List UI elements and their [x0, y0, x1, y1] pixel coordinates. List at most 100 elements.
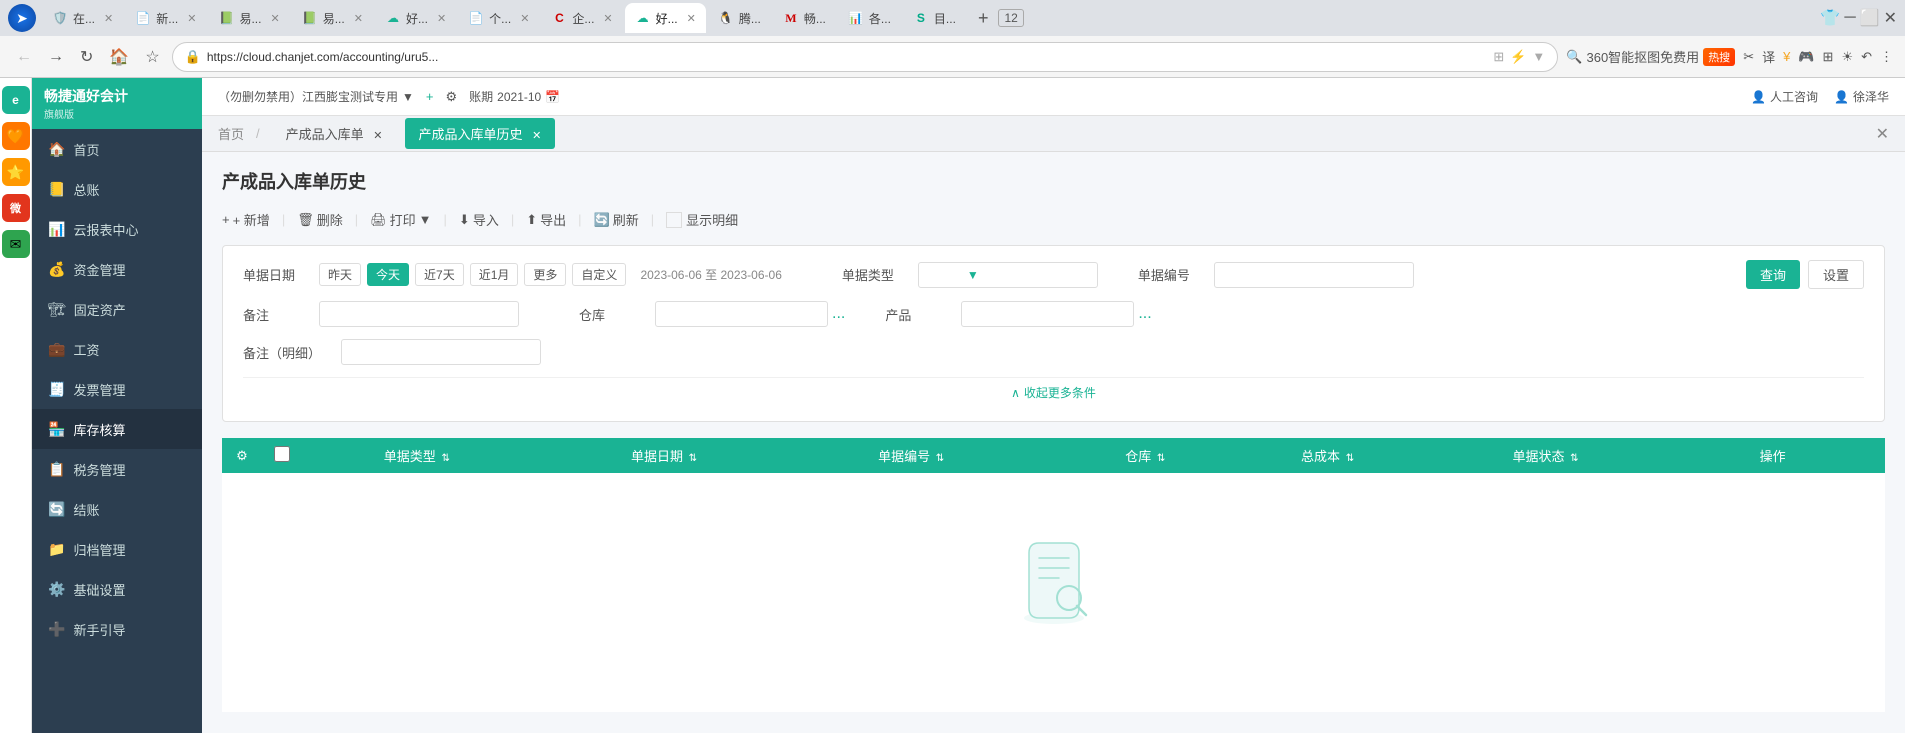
- sidebar-item-guide[interactable]: ➕ 新手引导: [32, 609, 202, 649]
- detail-remark-input[interactable]: [341, 339, 541, 365]
- tab-3[interactable]: 📗 易... ✕: [208, 3, 289, 33]
- tab-7[interactable]: C 企... ✕: [541, 3, 622, 33]
- sidebar-item-payroll[interactable]: 💼 工资: [32, 329, 202, 369]
- tab-3-close[interactable]: ✕: [270, 12, 279, 25]
- table-col-doc-date[interactable]: 单据日期 ⇅: [619, 438, 866, 473]
- page-tab-doc-list-close[interactable]: ✕: [373, 130, 382, 142]
- export-button[interactable]: ⬆ 导出: [526, 210, 566, 229]
- app-icon-weibo[interactable]: 微: [2, 194, 30, 222]
- query-button[interactable]: 查询: [1746, 260, 1800, 289]
- new-tab-button[interactable]: +: [972, 8, 995, 29]
- refresh-button[interactable]: 🔄 刷新: [594, 210, 639, 229]
- undo-icon[interactable]: ↶: [1861, 49, 1872, 65]
- sidebar-item-archive[interactable]: 📁 归档管理: [32, 529, 202, 569]
- maximize-button[interactable]: ⬜: [1860, 8, 1880, 28]
- tab-6[interactable]: 📄 个... ✕: [458, 3, 539, 33]
- back-button[interactable]: ←: [12, 46, 36, 68]
- topbar-settings-icon[interactable]: ⚙: [446, 89, 458, 105]
- table-col-total-cost[interactable]: 总成本 ⇅: [1289, 438, 1500, 473]
- app-icon-360[interactable]: e: [2, 86, 30, 114]
- print-button[interactable]: 🖨 打印 ▼: [370, 210, 431, 229]
- tab-4-close[interactable]: ✕: [354, 12, 363, 25]
- print-dropdown-icon[interactable]: ▼: [419, 212, 432, 227]
- sidebar-item-settings[interactable]: ⚙️ 基础设置: [32, 569, 202, 609]
- user-profile-button[interactable]: 👤 徐泽华: [1834, 88, 1889, 105]
- setting-button[interactable]: 设置: [1808, 260, 1864, 289]
- select-all-checkbox[interactable]: [274, 446, 290, 462]
- tab-12[interactable]: S 目...: [903, 3, 966, 33]
- minimize-button[interactable]: ─: [1844, 9, 1855, 27]
- gamepad-icon[interactable]: 🎮: [1798, 49, 1814, 65]
- product-input[interactable]: [961, 301, 1134, 327]
- delete-button[interactable]: 🗑 删除: [297, 210, 343, 229]
- tab-8-close[interactable]: ✕: [687, 12, 696, 25]
- tab-1[interactable]: 🛡️ 在... ✕: [42, 3, 123, 33]
- table-gear-icon[interactable]: ⚙: [236, 448, 248, 463]
- close-browser-button[interactable]: ✕: [1884, 8, 1897, 28]
- table-col-gear[interactable]: ⚙: [222, 438, 262, 473]
- sidebar-item-checkout[interactable]: 🔄 结账: [32, 489, 202, 529]
- forward-button[interactable]: →: [44, 46, 68, 68]
- tab-2-close[interactable]: ✕: [187, 12, 196, 25]
- table-col-warehouse[interactable]: 仓库 ⇅: [1113, 438, 1289, 473]
- app-icon-chanjet[interactable]: 🧡: [2, 122, 30, 150]
- tab-2[interactable]: 📄 新... ✕: [125, 3, 206, 33]
- sidebar-item-ledger[interactable]: 📒 总账: [32, 169, 202, 209]
- table-col-doc-no[interactable]: 单据编号 ⇅: [866, 438, 1113, 473]
- account-select[interactable]: （勿删勿禁用）江西膨宝测试专用 ▼: [218, 88, 414, 105]
- sidebar-item-fixed-assets[interactable]: 🏗 固定资产: [32, 289, 202, 329]
- translate-icon[interactable]: 译: [1762, 47, 1775, 66]
- show-detail-toggle[interactable]: 显示明细: [666, 210, 738, 229]
- tab-5[interactable]: ☁ 好... ✕: [375, 3, 456, 33]
- table-col-checkbox[interactable]: [262, 438, 372, 473]
- bookmark-button[interactable]: ☆: [141, 45, 163, 69]
- currency-icon[interactable]: ¥: [1783, 49, 1790, 64]
- warehouse-picker-button[interactable]: ...: [832, 305, 845, 323]
- scissors-icon[interactable]: ✂: [1743, 49, 1754, 65]
- account-dropdown-icon[interactable]: ▼: [402, 90, 414, 104]
- tab-4[interactable]: 📗 易... ✕: [292, 3, 373, 33]
- tab-1-close[interactable]: ✕: [104, 12, 113, 25]
- product-picker-button[interactable]: ...: [1138, 305, 1151, 323]
- refresh-nav-button[interactable]: ↻: [76, 45, 97, 69]
- sun-icon[interactable]: ☀: [1841, 49, 1853, 65]
- sidebar-item-reports[interactable]: 📊 云报表中心: [32, 209, 202, 249]
- sidebar-item-inventory[interactable]: 🏪 库存核算: [32, 409, 202, 449]
- import-button[interactable]: ⬇ 导入: [459, 210, 499, 229]
- sidebar-item-funds[interactable]: 💰 资金管理: [32, 249, 202, 289]
- tab-8[interactable]: ☁ 好... ✕: [625, 3, 706, 33]
- add-account-button[interactable]: +: [426, 89, 434, 104]
- show-detail-checkbox[interactable]: [666, 212, 682, 228]
- calendar-icon[interactable]: 📅: [545, 90, 560, 104]
- doc-no-input[interactable]: [1214, 262, 1414, 288]
- app-icon-mail[interactable]: ✉: [2, 230, 30, 258]
- collapse-bar[interactable]: ∧ 收起更多条件: [243, 377, 1864, 407]
- page-tab-doc-history[interactable]: 产成品入库单历史 ✕: [405, 118, 556, 149]
- page-tab-doc-list[interactable]: 产成品入库单 ✕: [272, 118, 397, 149]
- tab-7-close[interactable]: ✕: [603, 12, 612, 25]
- tab-5-close[interactable]: ✕: [437, 12, 446, 25]
- date-btn-custom[interactable]: 自定义: [572, 263, 626, 286]
- date-btn-yesterday[interactable]: 昨天: [319, 263, 361, 286]
- table-col-doc-type[interactable]: 单据类型 ⇅: [372, 438, 619, 473]
- date-btn-7days[interactable]: 近7天: [415, 263, 464, 286]
- breadcrumb-home[interactable]: 首页: [218, 124, 244, 143]
- home-nav-button[interactable]: 🏠: [105, 45, 133, 69]
- page-tab-doc-history-close[interactable]: ✕: [532, 130, 541, 142]
- app-icon-star[interactable]: ⭐: [2, 158, 30, 186]
- table-col-doc-status[interactable]: 单据状态 ⇅: [1501, 438, 1748, 473]
- grid-view-icon[interactable]: ⊞: [1823, 49, 1834, 65]
- tab-6-close[interactable]: ✕: [520, 12, 529, 25]
- panel-close-button[interactable]: ✕: [1876, 124, 1889, 144]
- doc-type-select[interactable]: ▼: [918, 262, 1098, 288]
- more-icon[interactable]: ⋮: [1880, 49, 1893, 65]
- add-button[interactable]: + + 新增: [222, 210, 270, 229]
- customer-service-button[interactable]: 👤 人工咨询: [1751, 88, 1818, 105]
- date-btn-1month[interactable]: 近1月: [470, 263, 519, 286]
- doc-type-dropdown-icon[interactable]: ▼: [967, 268, 979, 282]
- warehouse-input[interactable]: [655, 301, 828, 327]
- sidebar-item-tax[interactable]: 📋 税务管理: [32, 449, 202, 489]
- sidebar-item-invoice[interactable]: 🧾 发票管理: [32, 369, 202, 409]
- date-btn-today[interactable]: 今天: [367, 263, 409, 286]
- dropdown-arrow-icon[interactable]: ▼: [1532, 49, 1545, 64]
